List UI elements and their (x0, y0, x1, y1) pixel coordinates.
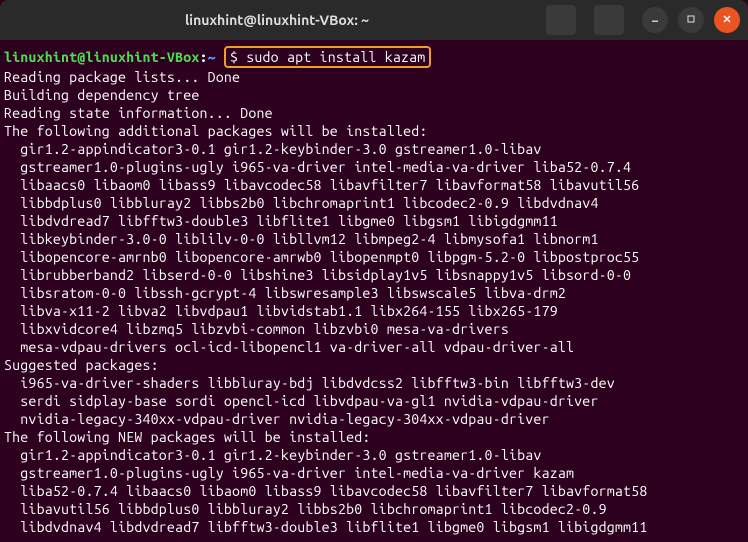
output-line: libavutil56 libbdplus0 libbluray2 libbs2… (4, 500, 744, 518)
output-line: libdvdread7 libfftw3-double3 libflite1 l… (4, 212, 744, 230)
output-line: libopencore-amrnb0 libopencore-amrwb0 li… (4, 248, 744, 266)
titlebar-controls (546, 5, 740, 35)
output-line: Reading package lists... Done (4, 68, 744, 86)
output-line: libva-x11-2 libva2 libvdpau1 libvidstab1… (4, 302, 744, 320)
prompt-user-host: linuxhint@linuxhint-VBox (4, 49, 199, 65)
output-line: libsratom-0-0 libssh-gcrypt-4 libswresam… (4, 284, 744, 302)
minimize-icon (649, 12, 661, 28)
output-line: The following NEW packages will be insta… (4, 428, 744, 446)
output-line: libkeybinder-3.0-0 liblilv-0-0 libllvm12… (4, 230, 744, 248)
output-line: Suggested packages: (4, 356, 744, 374)
output-line: librubberband2 libserd-0-0 libshine3 lib… (4, 266, 744, 284)
maximize-icon (685, 12, 697, 28)
terminal-area[interactable]: linuxhint@linuxhint-VBox:~ $ sudo apt in… (0, 40, 748, 542)
search-button[interactable] (546, 5, 576, 35)
prompt-line: linuxhint@linuxhint-VBox:~ $ sudo apt in… (4, 46, 744, 68)
output-line: Building dependency tree (4, 86, 744, 104)
output-line: gstreamer1.0-plugins-ugly i965-va-driver… (4, 158, 744, 176)
close-icon (721, 12, 733, 28)
output-line: gir1.2-appindicator3-0.1 gir1.2-keybinde… (4, 140, 744, 158)
output-line: libbdplus0 libbluray2 libbs2b0 libchroma… (4, 194, 744, 212)
output-line: i965-va-driver-shaders libbluray-bdj lib… (4, 374, 744, 392)
output-line: libdvdnav4 libdvdread7 libfftw3-double3 … (4, 518, 744, 536)
output-line: mesa-vdpau-drivers ocl-icd-libopencl1 va… (4, 338, 744, 356)
terminal-output: Reading package lists... DoneBuilding de… (4, 68, 744, 536)
output-line: libaacs0 libaom0 libass9 libavcodec58 li… (4, 176, 744, 194)
output-line: liba52-0.7.4 libaacs0 libaom0 libass9 li… (4, 482, 744, 500)
command-highlight: $ sudo apt install kazam (224, 46, 431, 68)
output-line: nvidia-legacy-340xx-vdpau-driver nvidia-… (4, 410, 744, 428)
output-line: gstreamer1.0-plugins-ugly i965-va-driver… (4, 464, 744, 482)
window-title: linuxhint@linuxhint-VBox: ~ (8, 12, 546, 28)
maximize-button[interactable] (678, 7, 704, 33)
prompt-separator: : (199, 49, 207, 65)
output-line: libxvidcore4 libzmq5 libzvbi-common libz… (4, 320, 744, 338)
close-button[interactable] (714, 7, 740, 33)
titlebar: linuxhint@linuxhint-VBox: ~ (0, 0, 748, 40)
output-line: The following additional packages will b… (4, 122, 744, 140)
prompt-path: ~ (208, 49, 216, 65)
output-line: serdi sidplay-base sordi opencl-icd libv… (4, 392, 744, 410)
output-line: gir1.2-appindicator3-0.1 gir1.2-keybinde… (4, 446, 744, 464)
output-line: Reading state information... Done (4, 104, 744, 122)
menu-button[interactable] (594, 5, 624, 35)
minimize-button[interactable] (642, 7, 668, 33)
